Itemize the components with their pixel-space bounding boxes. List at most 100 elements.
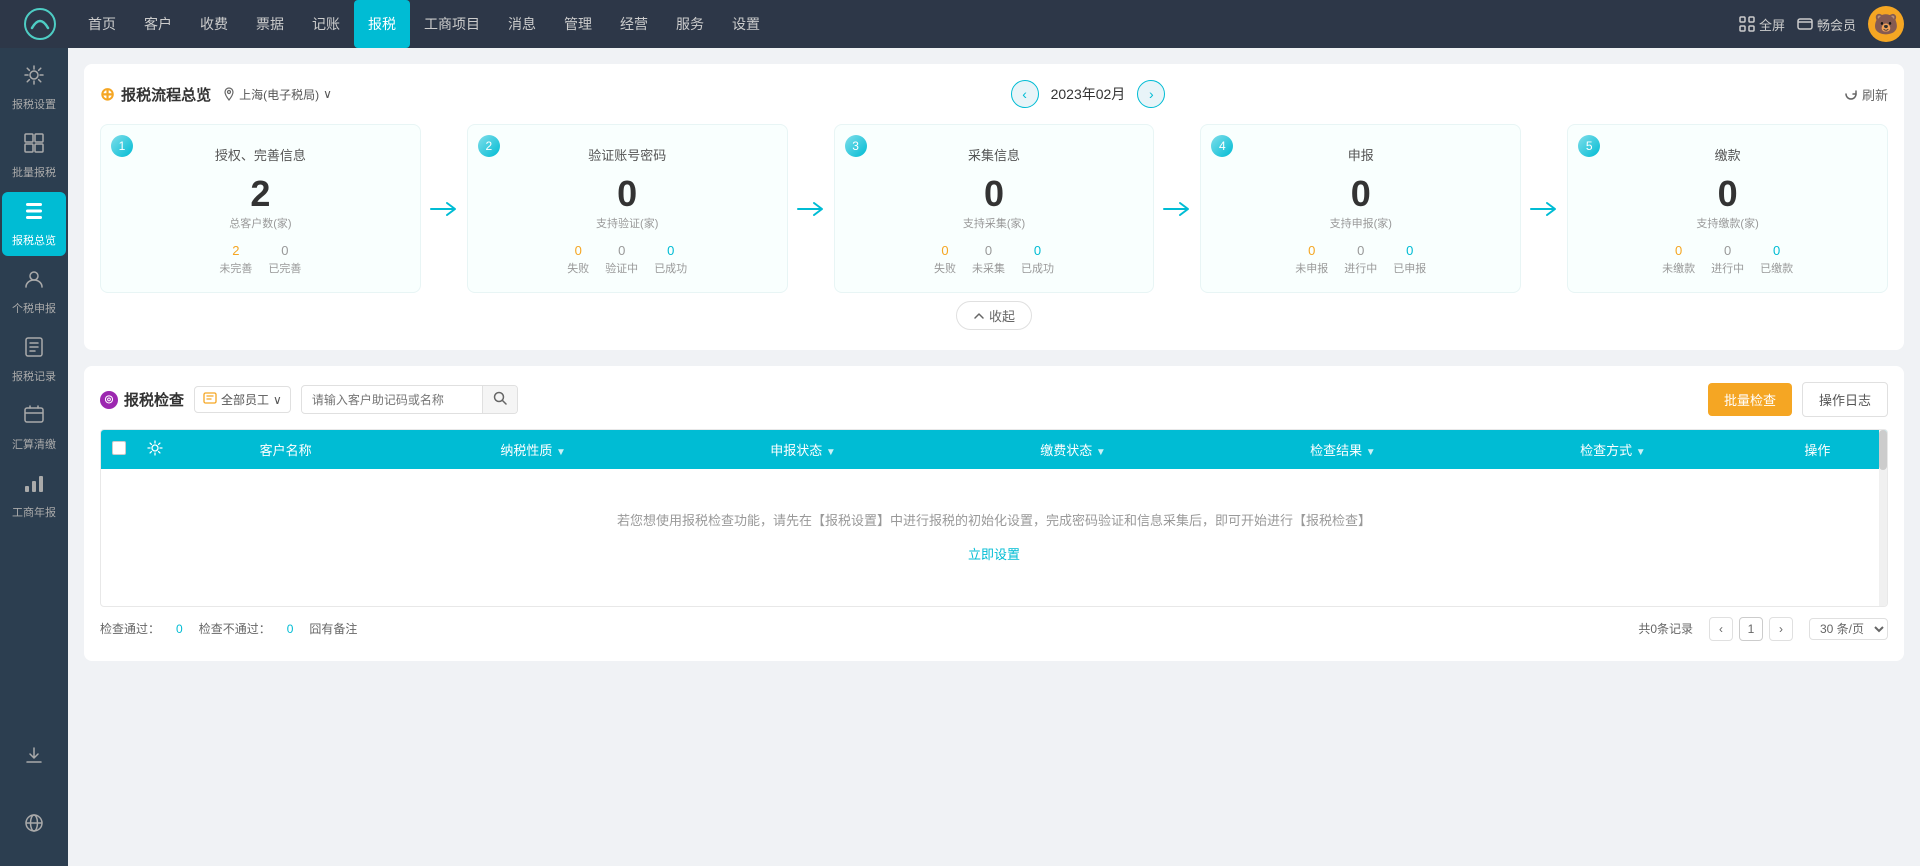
chevron-down-icon: ∨ [273, 393, 282, 407]
filter-icon-method[interactable]: ▼ [1636, 447, 1646, 458]
op-log-button[interactable]: 操作日志 [1802, 382, 1888, 417]
col-checkbox [101, 430, 137, 469]
check-header: ◎ 报税检查 全部员工 ∨ 批量检查 操作日志 [100, 382, 1888, 417]
table-empty-message: 若您想使用报税检查功能，请先在【报税设置】中进行报税的初始化设置，完成密码验证和… [101, 469, 1887, 606]
next-page-btn[interactable]: › [1769, 617, 1793, 641]
download-icon [24, 745, 44, 771]
arrow-4-5 [1521, 124, 1567, 293]
main-content: ⊕ 报税流程总览 上海(电子税局) ∨ ‹ 2023年02月 › 刷新 [68, 48, 1920, 866]
nav-tax[interactable]: 报税 [354, 0, 410, 48]
filter-icon-tax-type[interactable]: ▼ [556, 447, 566, 458]
settlement-icon [23, 404, 45, 432]
tax-check-card: ◎ 报税检查 全部员工 ∨ 批量检查 操作日志 [84, 366, 1904, 661]
plus-icon: ⊕ [100, 84, 115, 105]
next-month-btn[interactable]: › [1137, 80, 1165, 108]
step-subtitle-5: 支持缴款(家) [1584, 215, 1871, 231]
page-1-btn[interactable]: 1 [1739, 617, 1763, 641]
sidebar-item-personal-tax[interactable]: 个税申报 [2, 260, 66, 324]
step-count-5: 0 [1584, 172, 1871, 215]
step-count-1: 2 [117, 172, 404, 215]
filter-icon-declare[interactable]: ▼ [826, 447, 836, 458]
tax-settings-icon [23, 64, 45, 92]
nav-accounting[interactable]: 记账 [298, 0, 354, 48]
batch-tax-icon [23, 132, 45, 160]
sidebar-item-globe[interactable] [2, 794, 66, 858]
location-tag[interactable]: 上海(电子税局) ∨ [223, 86, 332, 103]
col-check-method: 检查方式 ▼ [1478, 430, 1748, 469]
personal-tax-icon [23, 268, 45, 296]
month-nav: ‹ 2023年02月 › [1011, 80, 1166, 108]
table-footer: 检查通过： 0 检查不通过： 0 囧有备注 共0条记录 ‹ 1 › 30 条/页 [100, 607, 1888, 645]
col-client-name: 客户名称 [173, 430, 398, 469]
globe-icon [24, 813, 44, 839]
user-avatar[interactable]: 🐻 [1868, 6, 1904, 42]
step-title-2: 验证账号密码 [484, 145, 771, 164]
tax-overview-icon [23, 200, 45, 228]
nav-invoice[interactable]: 票据 [242, 0, 298, 48]
step-title-5: 缴款 [1584, 145, 1871, 164]
annual-report-icon [23, 472, 45, 500]
flow-overview-card: ⊕ 报税流程总览 上海(电子税局) ∨ ‹ 2023年02月 › 刷新 [84, 64, 1904, 350]
nav-message[interactable]: 消息 [494, 0, 550, 48]
prev-month-btn[interactable]: ‹ [1011, 80, 1039, 108]
nav-fee[interactable]: 收费 [186, 0, 242, 48]
nav-operation[interactable]: 经营 [606, 0, 662, 48]
flow-step-4: 4 申报 0 支持申报(家) 0 未申报 0 进行中 0 已申报 [1200, 124, 1521, 293]
flow-step-2: 2 验证账号密码 0 支持验证(家) 0 失败 0 验证中 0 已成功 [467, 124, 788, 293]
select-all-checkbox[interactable] [112, 441, 126, 455]
collapse-btn[interactable]: 收起 [956, 301, 1032, 330]
batch-check-button[interactable]: 批量检查 [1708, 383, 1792, 416]
col-tax-type: 纳税性质 ▼ [398, 430, 668, 469]
check-fail-count[interactable]: 0 [287, 622, 294, 636]
nav-home[interactable]: 首页 [74, 0, 130, 48]
sidebar-item-tax-settings[interactable]: 报税设置 [2, 56, 66, 120]
check-pass-label: 检查通过： [100, 620, 160, 637]
step-subtitle-2: 支持验证(家) [484, 215, 771, 231]
check-title: ◎ 报税检查 [100, 389, 184, 410]
flow-header: ⊕ 报税流程总览 上海(电子税局) ∨ ‹ 2023年02月 › 刷新 [100, 80, 1888, 108]
check-pass-count[interactable]: 0 [176, 622, 183, 636]
check-table: 客户名称 纳税性质 ▼ 申报状态 ▼ 缴费状态 ▼ [101, 430, 1887, 469]
refresh-btn[interactable]: 刷新 [1844, 85, 1888, 104]
sidebar-item-settlement[interactable]: 汇算清缴 [2, 396, 66, 460]
filter-icon-pay[interactable]: ▼ [1096, 447, 1106, 458]
flow-step-5: 5 缴款 0 支持缴款(家) 0 未缴款 0 进行中 0 已缴款 [1567, 124, 1888, 293]
nav-manage[interactable]: 管理 [550, 0, 606, 48]
col-operations: 操作 [1748, 430, 1887, 469]
setup-link[interactable]: 立即设置 [968, 547, 1020, 562]
nav-client[interactable]: 客户 [130, 0, 186, 48]
has-note-label: 囧有备注 [309, 620, 357, 637]
arrow-2-3 [788, 124, 834, 293]
flow-steps: 1 授权、完善信息 2 总客户数(家) 2 未完善 0 已完善 [100, 124, 1888, 293]
flow-step-3: 3 采集信息 0 支持采集(家) 0 失败 0 未采集 0 已成功 [834, 124, 1155, 293]
nav-service[interactable]: 服务 [662, 0, 718, 48]
sidebar-item-annual-report[interactable]: 工商年报 [2, 464, 66, 528]
search-button[interactable] [482, 386, 517, 413]
sidebar-item-batch-tax[interactable]: 批量报税 [2, 124, 66, 188]
pagination: ‹ 1 › [1709, 617, 1793, 641]
step-subtitle-4: 支持申报(家) [1217, 215, 1504, 231]
filter-icon-result[interactable]: ▼ [1366, 447, 1376, 458]
member-btn[interactable]: 畅会员 [1797, 15, 1856, 34]
nav-right: 全屏 畅会员 🐻 [1739, 6, 1904, 42]
sidebar-item-tax-overview[interactable]: 报税总览 [2, 192, 66, 256]
sidebar-item-tax-records[interactable]: 报税记录 [2, 328, 66, 392]
stat-not-complete: 2 未完善 [219, 243, 252, 276]
prev-page-btn[interactable]: ‹ [1709, 617, 1733, 641]
scrollbar-thumb[interactable] [1879, 430, 1887, 470]
nav-settings[interactable]: 设置 [718, 0, 774, 48]
arrow-1-2 [421, 124, 467, 293]
nav-biz[interactable]: 工商项目 [410, 0, 494, 48]
table-scrollbar[interactable] [1879, 430, 1887, 606]
step-num-2: 2 [478, 135, 500, 157]
fullscreen-btn[interactable]: 全屏 [1739, 15, 1785, 34]
search-box [301, 385, 518, 414]
step-title-3: 采集信息 [851, 145, 1138, 164]
staff-select[interactable]: 全部员工 ∨ [194, 386, 291, 413]
page-size-select[interactable]: 30 条/页 [1809, 618, 1888, 640]
search-input[interactable] [302, 388, 482, 412]
step-num-3: 3 [845, 135, 867, 157]
sidebar: 报税设置 批量报税 报税总览 个税申报 报税记录 汇算清缴 工商年报 [0, 48, 68, 866]
staff-icon [203, 391, 217, 408]
sidebar-item-download[interactable] [2, 726, 66, 790]
